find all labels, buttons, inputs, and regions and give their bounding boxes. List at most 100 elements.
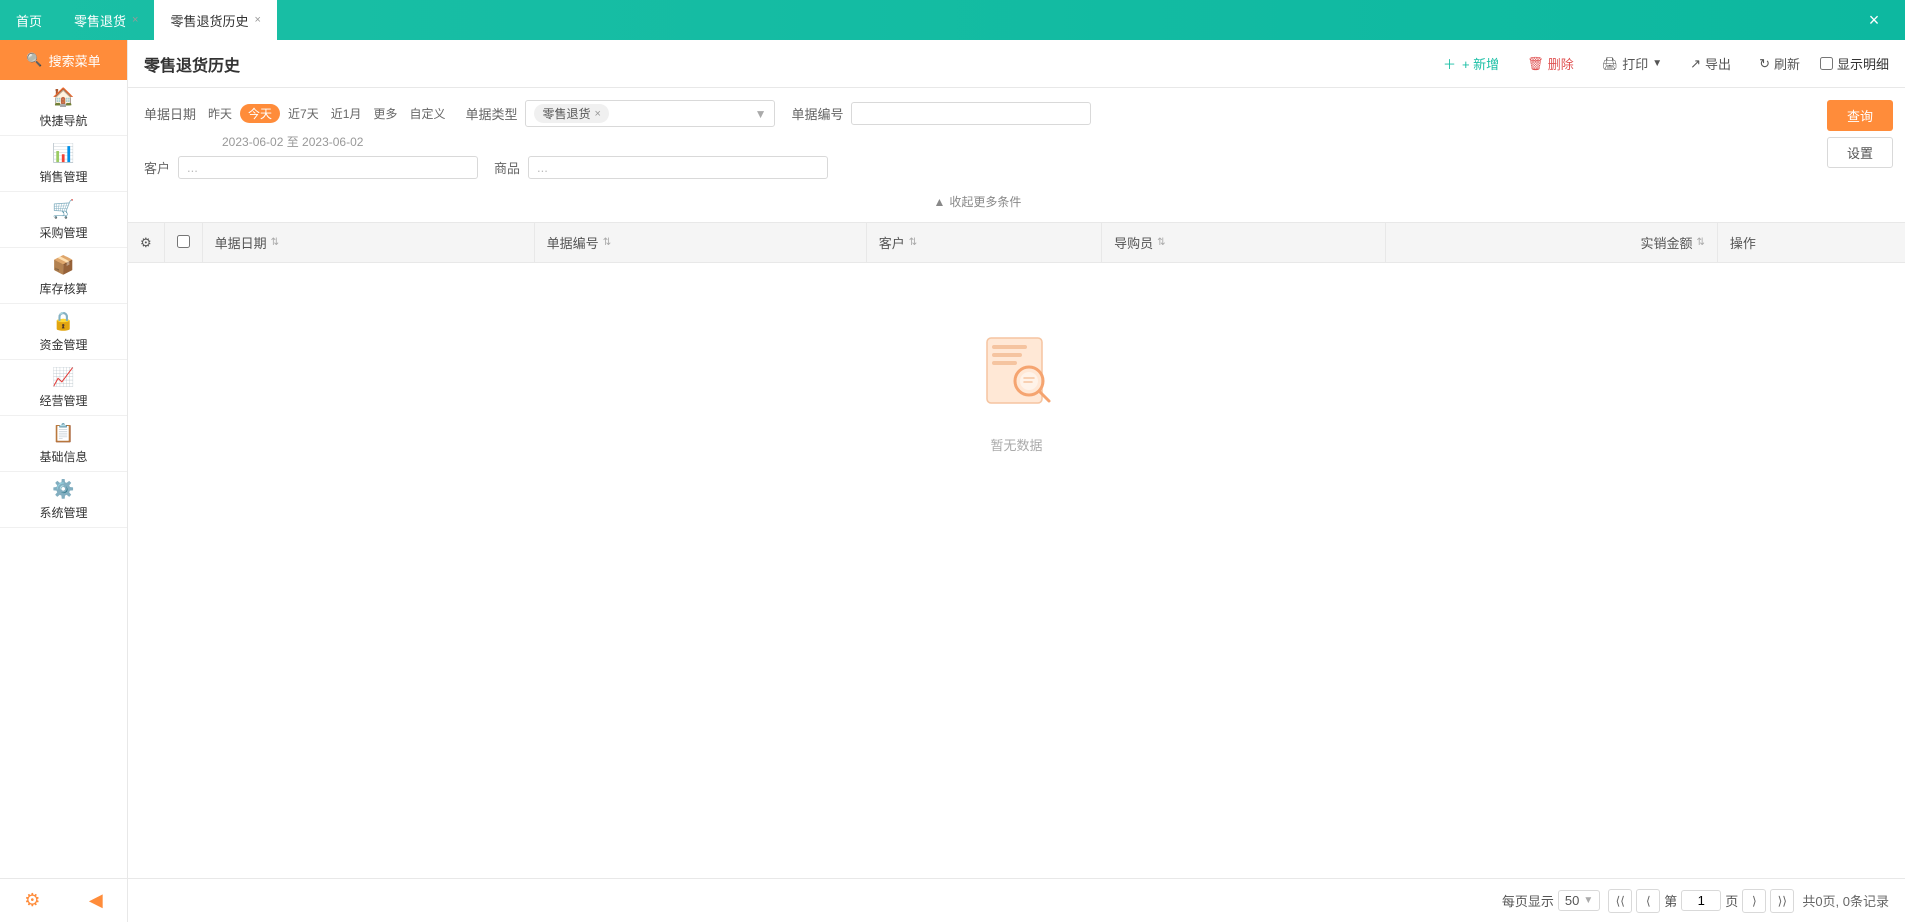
- operations-icon: 📈: [52, 367, 74, 388]
- show-detail-checkbox[interactable]: [1820, 57, 1833, 70]
- prev-page-button[interactable]: ⟨: [1636, 889, 1660, 913]
- refresh-button[interactable]: ↻ 刷新: [1751, 50, 1808, 77]
- doc-type-label: 单据类型: [465, 104, 517, 123]
- th-guide: 导购员 ⇅: [1102, 223, 1386, 263]
- th-actual-amount-label: 实销金额: [1640, 233, 1692, 252]
- empty-text: 暂无数据: [990, 435, 1042, 454]
- export-button[interactable]: ↗ 导出: [1682, 50, 1739, 77]
- plus-icon: ＋: [1443, 54, 1456, 73]
- date-btn-today[interactable]: 今天: [240, 104, 280, 123]
- tab-retail-return-history-close[interactable]: ×: [254, 14, 260, 26]
- sidebar-item-inventory[interactable]: 📦 库存核算: [0, 248, 127, 304]
- filter-goods: 商品 ...: [494, 156, 828, 179]
- search-icon: 🔍: [26, 52, 42, 68]
- collapse-bar[interactable]: ▲ 收起更多条件: [144, 189, 1811, 218]
- sales-icon: 📊: [52, 143, 74, 164]
- content-area: 零售退货历史 ＋ + 新增 🗑 删除 🖨 打印 ▼ ↗ 导出: [128, 40, 1905, 922]
- select-all-checkbox[interactable]: [177, 235, 190, 248]
- settings-icon[interactable]: ⚙: [24, 890, 40, 911]
- sort-icon-guide: ⇅: [1157, 237, 1165, 248]
- date-btn-yesterday[interactable]: 昨天: [204, 104, 236, 123]
- sidebar-item-system-label: 系统管理: [39, 504, 87, 521]
- tab-retail-return-close[interactable]: ×: [132, 14, 138, 26]
- tab-retail-return-history-label: 零售退货历史: [170, 11, 248, 30]
- doc-type-tag-label: 零售退货: [542, 105, 590, 122]
- th-guide-sort[interactable]: 导购员 ⇅: [1114, 233, 1373, 252]
- page-size-select: 每页显示 50 ▼: [1502, 890, 1600, 911]
- sidebar-item-sales-mgmt[interactable]: 📊 销售管理: [0, 136, 127, 192]
- column-settings-icon[interactable]: ⚙: [140, 235, 152, 250]
- sidebar-item-purchase-mgmt-label: 采购管理: [39, 224, 87, 241]
- sidebar-item-quick-nav-label: 快捷导航: [39, 112, 87, 129]
- doc-type-select[interactable]: 零售退货 × ▼: [525, 100, 775, 127]
- print-button[interactable]: 🖨 打印 ▼: [1594, 50, 1670, 77]
- page-size-label: 每页显示: [1502, 891, 1554, 910]
- date-btn-last1m[interactable]: 近1月: [327, 104, 366, 123]
- th-doc-date-sort[interactable]: 单据日期 ⇅: [215, 233, 522, 252]
- sidebar-bottom: ⚙ ◀: [0, 878, 127, 922]
- sidebar-item-quick-nav[interactable]: 🏠 快捷导航: [0, 80, 127, 136]
- customer-label: 客户: [144, 158, 170, 177]
- sidebar-item-basic-info-label: 基础信息: [39, 448, 87, 465]
- page-label-pre: 第: [1664, 891, 1677, 910]
- page-size-chevron-icon: ▼: [1583, 895, 1593, 906]
- th-customer-sort[interactable]: 客户 ⇅: [879, 233, 1089, 252]
- doc-type-tag-close[interactable]: ×: [594, 108, 600, 120]
- next-page-button[interactable]: ⟩: [1742, 889, 1766, 913]
- doc-no-input[interactable]: [851, 102, 1091, 125]
- collapse-icon[interactable]: ◀: [89, 890, 103, 911]
- sidebar-item-finance[interactable]: 🔒 资金管理: [0, 304, 127, 360]
- collapse-label: 收起更多条件: [949, 193, 1021, 210]
- th-actual-amount-sort[interactable]: 实销金额 ⇅: [1398, 233, 1705, 252]
- print-icon: 🖨: [1602, 56, 1619, 72]
- sidebar-item-operations-label: 经营管理: [39, 392, 87, 409]
- sidebar-search[interactable]: 🔍 搜索菜单: [0, 40, 127, 80]
- page-size-box[interactable]: 50 ▼: [1558, 890, 1600, 911]
- page-number-input[interactable]: [1681, 890, 1721, 911]
- tab-home[interactable]: 首页: [0, 0, 58, 40]
- refresh-icon: ↻: [1759, 56, 1770, 72]
- empty-icon: [967, 323, 1067, 423]
- tab-bar: 首页 零售退货 × 零售退货历史 ×: [0, 0, 1859, 40]
- window-close-button[interactable]: ×: [1859, 10, 1889, 31]
- last-page-button[interactable]: ⟩⟩: [1770, 889, 1794, 913]
- top-bar: 首页 零售退货 × 零售退货历史 × ×: [0, 0, 1905, 40]
- th-operation-label: 操作: [1730, 236, 1756, 251]
- date-btn-more[interactable]: 更多: [369, 104, 401, 123]
- table-header-row: ⚙ 单据日期 ⇅ 单据编号: [128, 223, 1905, 263]
- goods-placeholder: ...: [537, 160, 548, 175]
- sidebar-item-system[interactable]: ⚙️ 系统管理: [0, 472, 127, 528]
- filter-row-2: 客户 ... 商品 ...: [144, 156, 1811, 179]
- th-settings: ⚙: [128, 223, 164, 263]
- goods-label: 商品: [494, 158, 520, 177]
- system-icon: ⚙️: [52, 479, 74, 500]
- date-btn-last7[interactable]: 近7天: [284, 104, 323, 123]
- header-actions: ＋ + 新增 🗑 删除 🖨 打印 ▼ ↗ 导出 ↻: [1435, 50, 1889, 77]
- doc-no-label: 单据编号: [791, 104, 843, 123]
- filter-doc-date: 单据日期 昨天 今天 近7天 近1月 更多 自定义: [144, 104, 449, 123]
- tab-retail-return[interactable]: 零售退货 ×: [58, 0, 154, 40]
- th-doc-no-sort[interactable]: 单据编号 ⇅: [547, 233, 854, 252]
- sidebar-item-basic-info[interactable]: 📋 基础信息: [0, 416, 127, 472]
- pagination-bar: 每页显示 50 ▼ ⟨⟨ ⟨ 第 页 ⟩ ⟩⟩ 共0页, 0条记录: [128, 878, 1905, 922]
- new-button[interactable]: ＋ + 新增: [1435, 50, 1507, 77]
- first-page-button[interactable]: ⟨⟨: [1608, 889, 1632, 913]
- th-doc-date-label: 单据日期: [215, 233, 267, 252]
- delete-button[interactable]: 🗑 删除: [1519, 50, 1582, 77]
- setting-button[interactable]: 设置: [1827, 137, 1893, 168]
- tab-retail-return-history[interactable]: 零售退货历史 ×: [154, 0, 276, 40]
- th-doc-no: 单据编号 ⇅: [534, 223, 866, 263]
- empty-state: 暂无数据: [128, 263, 1905, 514]
- date-btn-custom[interactable]: 自定义: [405, 104, 449, 123]
- main-layout: 🔍 搜索菜单 🏠 快捷导航 📊 销售管理 🛒 采购管理 📦 库存核算 🔒: [0, 40, 1905, 922]
- sidebar-item-operations[interactable]: 📈 经营管理: [0, 360, 127, 416]
- goods-select[interactable]: ...: [528, 156, 828, 179]
- th-operation: 操作: [1717, 223, 1905, 263]
- doc-date-label: 单据日期: [144, 104, 196, 123]
- total-text: 共0页, 0条记录: [1802, 891, 1889, 910]
- filter-section: 单据日期 昨天 今天 近7天 近1月 更多 自定义 单据类型: [128, 88, 1905, 223]
- customer-select[interactable]: ...: [178, 156, 478, 179]
- query-button[interactable]: 查询: [1827, 100, 1893, 131]
- sidebar-item-purchase-mgmt[interactable]: 🛒 采购管理: [0, 192, 127, 248]
- data-table: ⚙ 单据日期 ⇅ 单据编号: [128, 223, 1905, 263]
